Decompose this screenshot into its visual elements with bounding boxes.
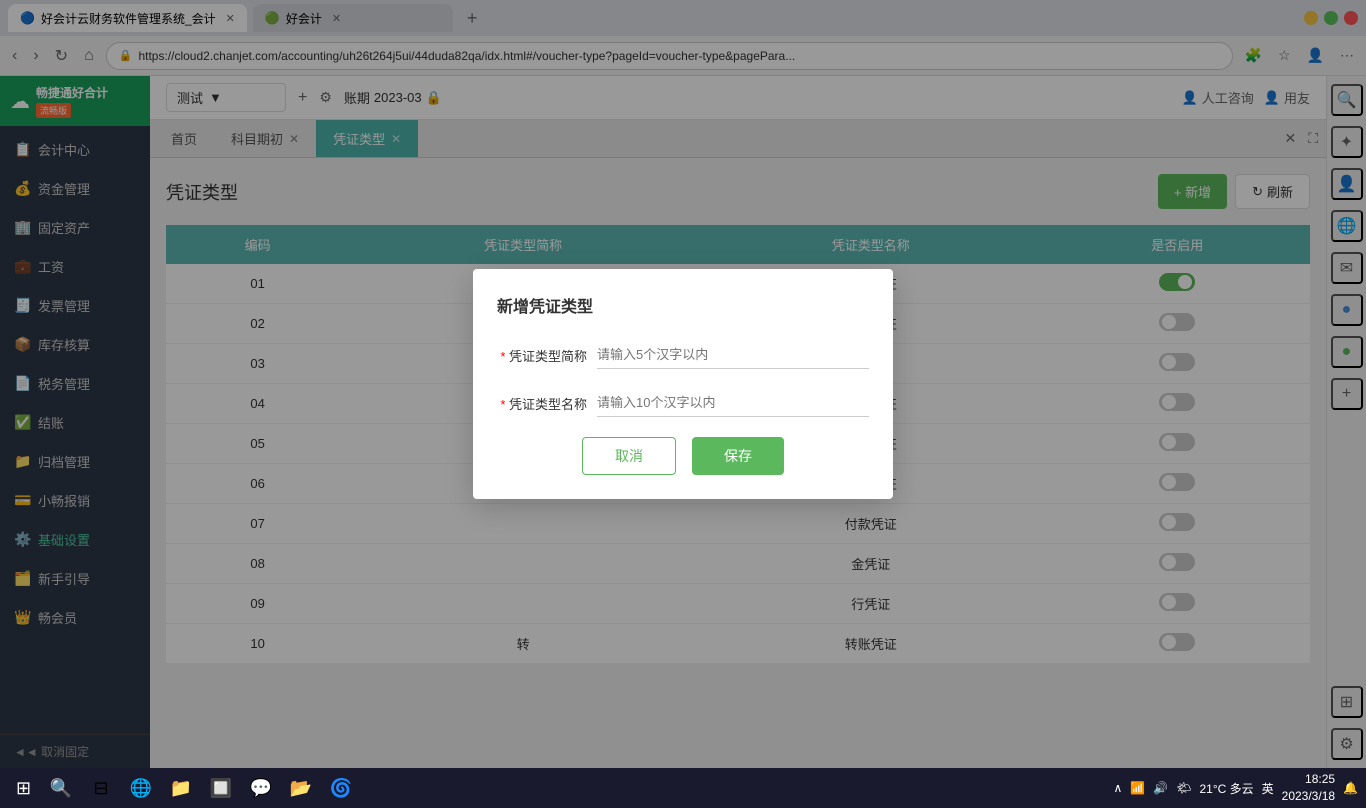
taskbar-explorer-app[interactable]: 📁 xyxy=(163,770,199,806)
form-row-short: 凭证类型简称 xyxy=(497,341,869,369)
taskbar-arrows-up[interactable]: ∧ xyxy=(1114,781,1123,795)
modal-overlay[interactable]: 新增凭证类型 凭证类型简称 凭证类型名称 取消 保存 xyxy=(0,0,1366,768)
taskbar-files-app[interactable]: 📂 xyxy=(283,770,319,806)
form-label-short: 凭证类型简称 xyxy=(497,346,587,365)
taskbar-edge-app[interactable]: 🌐 xyxy=(123,770,159,806)
taskbar-wechat-app[interactable]: 💬 xyxy=(243,770,279,806)
taskbar: ⊞ 🔍 ⊟ 🌐 📁 🔲 💬 📂 🌀 ∧ 📶 🔊 🌤 21°C 多云 英 18:2… xyxy=(0,768,1366,808)
form-label-full: 凭证类型名称 xyxy=(497,394,587,413)
input-short-name[interactable] xyxy=(597,341,869,369)
modal-title: 新增凭证类型 xyxy=(497,293,869,317)
input-full-name[interactable] xyxy=(597,389,869,417)
taskbar-volume: 🔊 xyxy=(1153,781,1168,795)
save-button[interactable]: 保存 xyxy=(692,437,784,475)
cancel-button[interactable]: 取消 xyxy=(582,437,676,475)
start-button[interactable]: ⊞ xyxy=(8,774,39,803)
taskbar-date: 2023/3/18 xyxy=(1282,788,1335,805)
taskbar-weather: 🌤 xyxy=(1176,781,1191,795)
taskbar-edge2-app[interactable]: 🌀 xyxy=(323,770,359,806)
taskbar-time: 18:25 2023/3/18 xyxy=(1282,771,1335,805)
taskbar-store-app[interactable]: 🔲 xyxy=(203,770,239,806)
taskbar-clock: 18:25 xyxy=(1282,771,1335,788)
taskbar-task-view[interactable]: ⊟ xyxy=(83,770,119,806)
modal-footer: 取消 保存 xyxy=(497,437,869,475)
modal-dialog: 新增凭证类型 凭证类型简称 凭证类型名称 取消 保存 xyxy=(473,269,893,499)
taskbar-temp: 21°C 多云 xyxy=(1199,780,1253,797)
form-row-full: 凭证类型名称 xyxy=(497,389,869,417)
taskbar-search-app[interactable]: 🔍 xyxy=(43,770,79,806)
taskbar-system: ∧ 📶 🔊 🌤 21°C 多云 英 18:25 2023/3/18 🔔 xyxy=(1114,771,1358,805)
taskbar-notification[interactable]: 🔔 xyxy=(1343,781,1358,795)
taskbar-lang: 英 xyxy=(1262,780,1274,797)
taskbar-wifi: 📶 xyxy=(1130,781,1145,795)
taskbar-apps: 🔍 ⊟ 🌐 📁 🔲 💬 📂 🌀 xyxy=(43,770,359,806)
